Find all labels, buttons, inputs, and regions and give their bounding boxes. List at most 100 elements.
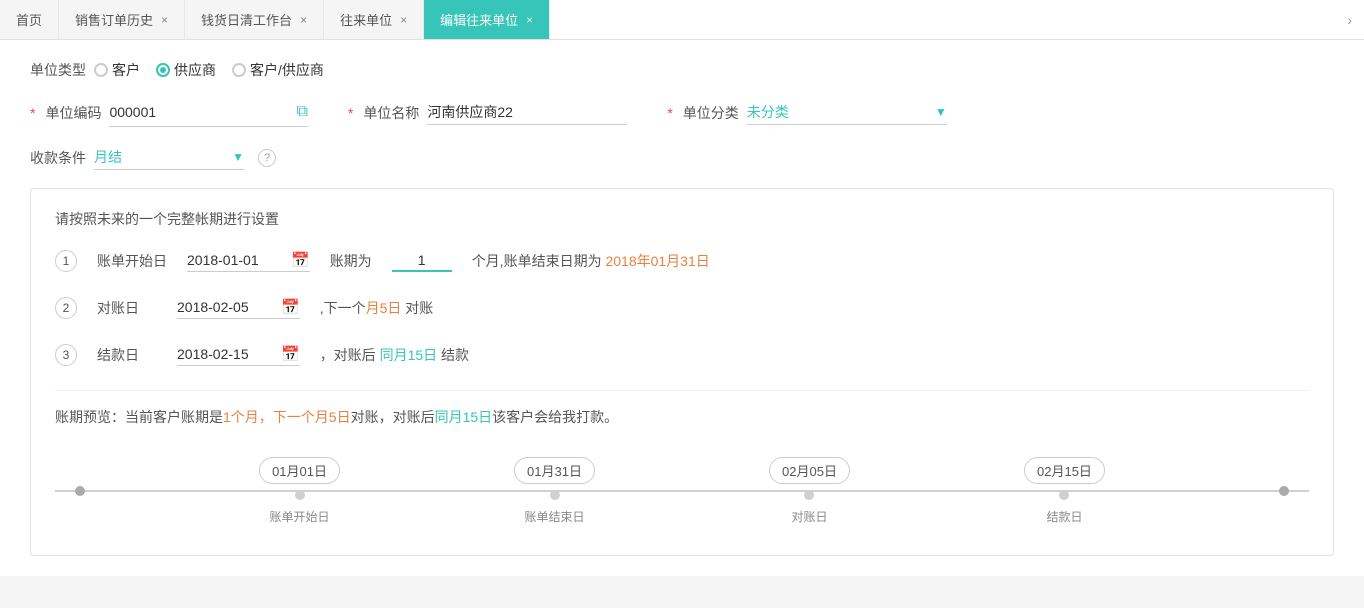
tab-partner-units-close[interactable]: × bbox=[400, 13, 407, 27]
step-date-input-2[interactable] bbox=[177, 299, 277, 315]
tab-home-label: 首页 bbox=[16, 10, 42, 29]
step-label-3: 结款日 bbox=[97, 345, 157, 365]
step-date-input-3[interactable] bbox=[177, 346, 277, 362]
tab-bar: 首页 销售订单历史 × 钱货日清工作台 × 往来单位 × 编辑往来单位 × › bbox=[0, 0, 1364, 40]
unit-category-label: 单位分类 bbox=[683, 103, 739, 123]
unit-type-label: 单位类型 bbox=[30, 60, 86, 80]
tab-sales-order-history-label: 销售订单历史 bbox=[75, 10, 153, 29]
tab-sales-order-history[interactable]: 销售订单历史 × bbox=[59, 0, 185, 39]
preview-part1: 1个月， bbox=[223, 409, 273, 425]
payment-terms-group: 收款条件 月结 ▼ ? bbox=[30, 145, 276, 170]
step-3-highlight: 同月15日 bbox=[380, 347, 438, 363]
tab-cash-reconciliation-close[interactable]: × bbox=[300, 13, 307, 27]
preview-middle: 对账，对账后 bbox=[351, 409, 435, 425]
step-2-highlight: 月5日 bbox=[366, 300, 402, 316]
step-1-desc-before: 账期为 bbox=[330, 251, 372, 271]
payment-terms-label: 收款条件 bbox=[30, 148, 86, 168]
radio-customer-label: 客户 bbox=[112, 60, 140, 80]
unit-name-input[interactable] bbox=[427, 100, 627, 125]
step-date-3: 📅 bbox=[177, 343, 300, 366]
tl-badge-4: 02月15日 bbox=[1024, 457, 1105, 484]
tl-sublabel-1: 账单开始日 bbox=[270, 508, 330, 525]
unit-code-required: * bbox=[30, 105, 35, 121]
tab-home[interactable]: 首页 bbox=[0, 0, 59, 39]
tab-expand-button[interactable]: › bbox=[1335, 0, 1364, 39]
chevron-down-icon: ▼ bbox=[935, 105, 947, 119]
timeline-point-1: 01月01日 账单开始日 bbox=[259, 457, 340, 525]
unit-category-value: 未分类 bbox=[747, 102, 929, 122]
unit-category-select[interactable]: 未分类 ▼ bbox=[747, 100, 947, 125]
timeline-points: 01月01日 账单开始日 01月31日 账单结束日 02月05日 bbox=[75, 457, 1289, 525]
timeline-point-3: 02月05日 对账日 bbox=[769, 457, 850, 525]
main-content: 单位类型 客户 供应商 客户/供应商 * 单位编码 bbox=[0, 40, 1364, 576]
unit-category-group: * 单位分类 未分类 ▼ bbox=[667, 100, 946, 125]
tl-sublabel-3: 对账日 bbox=[791, 508, 827, 525]
tab-edit-partner-unit[interactable]: 编辑往来单位 × bbox=[424, 0, 550, 39]
tab-cash-reconciliation-label: 钱货日清工作台 bbox=[201, 10, 292, 29]
tl-badge-3: 02月05日 bbox=[769, 457, 850, 484]
unit-type-group: 单位类型 客户 供应商 客户/供应商 bbox=[30, 60, 324, 80]
tab-edit-partner-unit-close[interactable]: × bbox=[526, 13, 533, 27]
step-number-2: 2 bbox=[55, 297, 77, 319]
radio-supplier[interactable]: 供应商 bbox=[156, 60, 216, 80]
payment-terms-select[interactable]: 月结 ▼ bbox=[94, 145, 244, 170]
account-period-box: 请按照未来的一个完整帐期进行设置 1 账单开始日 📅 账期为 个月,账单结束日期… bbox=[30, 188, 1334, 556]
unit-type-row: 单位类型 客户 供应商 客户/供应商 bbox=[30, 60, 1334, 80]
radio-customer-circle bbox=[94, 63, 108, 77]
preview-text: 账期预览：当前客户账期是1个月，下一个月5日对账，对账后同月15日该客户会给我打… bbox=[55, 407, 1309, 427]
payment-terms-row: 收款条件 月结 ▼ ? bbox=[30, 145, 1334, 170]
step-1-desc-after: 个月,账单结束日期为 2018年01月31日 bbox=[472, 251, 710, 271]
step-3-desc: ，对账后 同月15日 结款 bbox=[320, 345, 469, 365]
timeline-point-2: 01月31日 账单结束日 bbox=[514, 457, 595, 525]
step-1-end-date: 2018年01月31日 bbox=[605, 253, 709, 269]
step-label-1: 账单开始日 bbox=[97, 251, 167, 271]
step-row-3: 3 结款日 📅 ，对账后 同月15日 结款 bbox=[55, 343, 1309, 366]
radio-supplier-label: 供应商 bbox=[174, 60, 216, 80]
unit-name-required: * bbox=[348, 105, 353, 121]
copy-icon[interactable]: ⧉ bbox=[296, 103, 307, 121]
timeline-left-endpoint bbox=[75, 486, 85, 496]
unit-category-required: * bbox=[667, 105, 672, 121]
step-date-input-1[interactable] bbox=[187, 252, 287, 268]
unit-name-label: 单位名称 bbox=[363, 103, 419, 123]
unit-name-group: * 单位名称 bbox=[348, 100, 627, 125]
unit-code-input-wrapper: ⧉ bbox=[109, 98, 307, 127]
tab-cash-reconciliation[interactable]: 钱货日清工作台 × bbox=[185, 0, 324, 39]
calendar-icon-2[interactable]: 📅 bbox=[281, 298, 300, 316]
step-date-1: 📅 bbox=[187, 249, 310, 272]
tl-sublabel-4: 结款日 bbox=[1046, 508, 1082, 525]
tab-partner-units-label: 往来单位 bbox=[340, 10, 392, 29]
radio-both-label: 客户/供应商 bbox=[250, 60, 324, 80]
unit-code-input[interactable] bbox=[109, 100, 290, 124]
step-2-desc: ,下一个月5日 对账 bbox=[320, 298, 434, 318]
help-icon[interactable]: ? bbox=[258, 149, 276, 167]
unit-info-row: * 单位编码 ⧉ * 单位名称 * 单位分类 未分类 ▼ bbox=[30, 98, 1334, 127]
left-dot bbox=[75, 486, 85, 496]
unit-code-label: 单位编码 bbox=[45, 103, 101, 123]
unit-type-radio-group: 客户 供应商 客户/供应商 bbox=[94, 60, 324, 80]
box-title: 请按照未来的一个完整帐期进行设置 bbox=[55, 209, 1309, 229]
timeline-right-endpoint bbox=[1279, 486, 1289, 496]
tab-partner-units[interactable]: 往来单位 × bbox=[324, 0, 424, 39]
calendar-icon-3[interactable]: 📅 bbox=[281, 345, 300, 363]
preview-part2: 下一个月5日 bbox=[273, 409, 351, 425]
radio-supplier-circle bbox=[156, 63, 170, 77]
radio-customer[interactable]: 客户 bbox=[94, 60, 140, 80]
step-row-2: 2 对账日 📅 ,下一个月5日 对账 bbox=[55, 296, 1309, 319]
payment-terms-value: 月结 bbox=[94, 147, 226, 167]
tab-sales-order-history-close[interactable]: × bbox=[161, 13, 168, 27]
step-date-2: 📅 bbox=[177, 296, 300, 319]
step-number-1: 1 bbox=[55, 250, 77, 272]
preview-suffix: 该客户会给我打款。 bbox=[492, 409, 618, 425]
unit-code-group: * 单位编码 ⧉ bbox=[30, 98, 308, 127]
tl-badge-1: 01月01日 bbox=[259, 457, 340, 484]
right-dot bbox=[1279, 486, 1289, 496]
period-input[interactable] bbox=[392, 250, 452, 272]
tl-badge-2: 01月31日 bbox=[514, 457, 595, 484]
step-label-2: 对账日 bbox=[97, 298, 157, 318]
calendar-icon-1[interactable]: 📅 bbox=[291, 251, 310, 269]
radio-both[interactable]: 客户/供应商 bbox=[232, 60, 324, 80]
tab-edit-partner-unit-label: 编辑往来单位 bbox=[440, 10, 518, 29]
payment-terms-chevron-icon: ▼ bbox=[232, 150, 244, 164]
tl-dot-4 bbox=[1059, 490, 1069, 500]
